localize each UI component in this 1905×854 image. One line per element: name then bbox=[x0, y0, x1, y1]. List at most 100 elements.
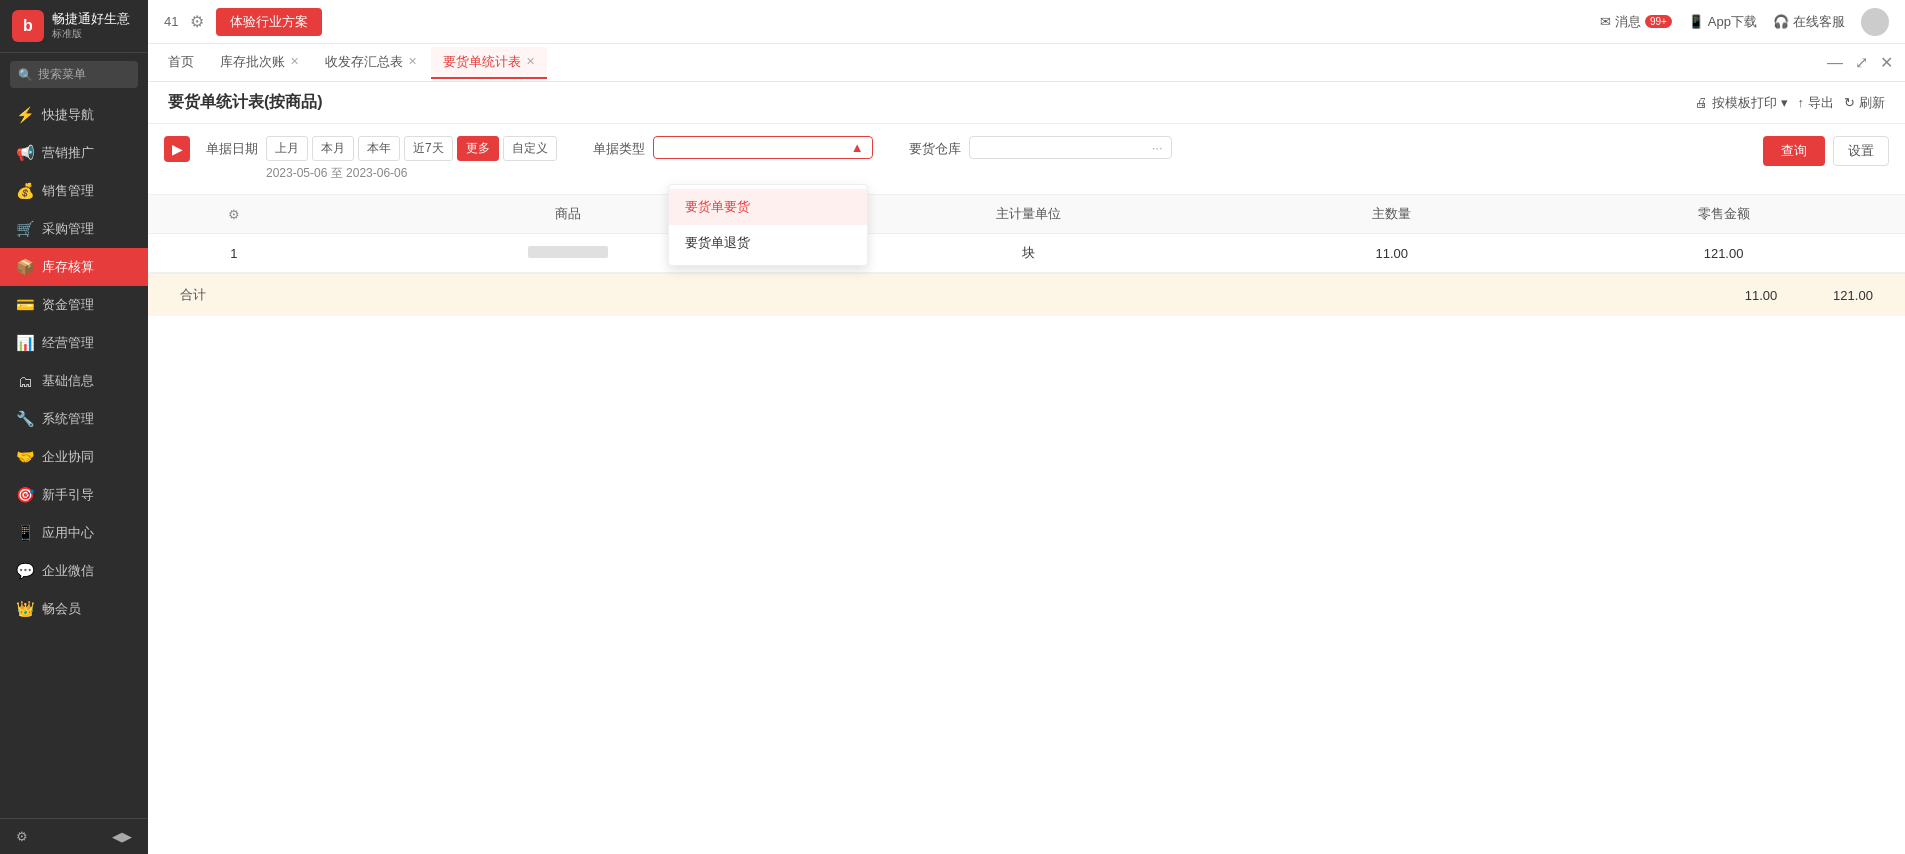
inventory-icon: 📦 bbox=[16, 258, 34, 276]
footer-quantity: 11.00 bbox=[1721, 288, 1801, 303]
this-month-btn[interactable]: 本月 bbox=[312, 136, 354, 161]
type-input[interactable] bbox=[662, 140, 845, 155]
sidebar-item-wechat[interactable]: 💬 企业微信 bbox=[0, 552, 148, 590]
refresh-label: 刷新 bbox=[1859, 94, 1885, 112]
sidebar-item-system[interactable]: 🔧 系统管理 bbox=[0, 400, 148, 438]
col-settings[interactable]: ⚙ bbox=[148, 195, 320, 234]
sidebar-item-label: 企业微信 bbox=[42, 562, 94, 580]
type-select[interactable]: ▲ bbox=[653, 136, 873, 159]
app-name: 畅捷通好生意 bbox=[52, 11, 130, 28]
sidebar-nav: ⚡ 快捷导航 📢 营销推广 💰 销售管理 🛒 采购管理 📦 库存核算 💳 资金管… bbox=[0, 96, 148, 818]
query-button[interactable]: 查询 bbox=[1763, 136, 1825, 166]
date-filter-label: 单据日期 bbox=[206, 136, 258, 158]
sidebar-item-label: 经营管理 bbox=[42, 334, 94, 352]
print-chevron-icon: ▾ bbox=[1781, 95, 1788, 110]
sidebar-item-guide[interactable]: 🎯 新手引导 bbox=[0, 476, 148, 514]
collapse-icon[interactable]: ◀▶ bbox=[112, 829, 132, 844]
page-header: 要货单统计表(按商品) 🖨 按模板打印 ▾ ↑ 导出 ↻ 刷新 bbox=[148, 82, 1905, 124]
settings-icon[interactable]: ⚙ bbox=[16, 829, 28, 844]
filter-expand-button[interactable]: ▶ bbox=[164, 136, 190, 162]
topbar-gear-icon[interactable]: ⚙ bbox=[190, 12, 204, 31]
sidebar-item-inventory[interactable]: 📦 库存核算 bbox=[0, 248, 148, 286]
sidebar-item-app-center[interactable]: 📱 应用中心 bbox=[0, 514, 148, 552]
tab-order-stat-close-icon[interactable]: ✕ bbox=[526, 55, 535, 68]
purchase-icon: 🛒 bbox=[16, 220, 34, 238]
search-icon: 🔍 bbox=[18, 68, 33, 82]
export-label: 导出 bbox=[1808, 94, 1834, 112]
tab-order-stat[interactable]: 要货单统计表 ✕ bbox=[431, 47, 547, 79]
tabs-actions: — ⤢ ✕ bbox=[1823, 49, 1897, 76]
print-button[interactable]: 🖨 按模板打印 ▾ bbox=[1695, 94, 1788, 112]
export-button[interactable]: ↑ 导出 bbox=[1798, 94, 1835, 112]
operations-icon: 📊 bbox=[16, 334, 34, 352]
search-label: 搜索菜单 bbox=[38, 66, 86, 83]
trial-button[interactable]: 体验行业方案 bbox=[216, 8, 322, 36]
sidebar-item-enterprise[interactable]: 🤝 企业协同 bbox=[0, 438, 148, 476]
sidebar-item-marketing[interactable]: 📢 营销推广 bbox=[0, 134, 148, 172]
logo-text-block: 畅捷通好生意 标准版 bbox=[52, 11, 130, 42]
sidebar-item-finance[interactable]: 💳 资金管理 bbox=[0, 286, 148, 324]
tab-minimize-button[interactable]: — bbox=[1823, 49, 1847, 76]
sidebar-item-operations[interactable]: 📊 经营管理 bbox=[0, 324, 148, 362]
basic-info-icon: 🗂 bbox=[16, 373, 34, 390]
wechat-icon: 💬 bbox=[16, 562, 34, 580]
messages-badge: 99+ bbox=[1645, 15, 1672, 28]
refresh-button[interactable]: ↻ 刷新 bbox=[1844, 94, 1885, 112]
this-year-btn[interactable]: 本年 bbox=[358, 136, 400, 161]
sidebar-item-purchase[interactable]: 🛒 采购管理 bbox=[0, 210, 148, 248]
custom-date-btn[interactable]: 自定义 bbox=[503, 136, 557, 161]
tab-collection-summary-close-icon[interactable]: ✕ bbox=[408, 55, 417, 68]
tab-bar: 首页 库存批次账 ✕ 收发存汇总表 ✕ 要货单统计表 ✕ — ⤢ ✕ bbox=[148, 44, 1905, 82]
filter-bar: ▶ 单据日期 上月 本月 本年 近7天 更多 自定义 2023-05-06 至 … bbox=[148, 124, 1905, 195]
sidebar-item-quick-nav[interactable]: ⚡ 快捷导航 bbox=[0, 96, 148, 134]
footer-label: 合计 bbox=[160, 286, 206, 304]
last-month-btn[interactable]: 上月 bbox=[266, 136, 308, 161]
app-sub: 标准版 bbox=[52, 27, 130, 41]
sidebar-item-label: 系统管理 bbox=[42, 410, 94, 428]
setting-button[interactable]: 设置 bbox=[1833, 136, 1889, 166]
sidebar-item-label: 营销推广 bbox=[42, 144, 94, 162]
table-settings-icon[interactable]: ⚙ bbox=[228, 207, 240, 222]
sidebar-item-label: 快捷导航 bbox=[42, 106, 94, 124]
sidebar-item-members[interactable]: 👑 畅会员 bbox=[0, 590, 148, 628]
sidebar-item-label: 应用中心 bbox=[42, 524, 94, 542]
export-icon: ↑ bbox=[1798, 95, 1805, 110]
sidebar-item-basic-info[interactable]: 🗂 基础信息 bbox=[0, 362, 148, 400]
customer-service-item[interactable]: 🎧 在线客服 bbox=[1773, 13, 1845, 31]
messages-label: 消息 bbox=[1615, 13, 1641, 31]
user-avatar[interactable] bbox=[1861, 8, 1889, 36]
tab-collection-summary[interactable]: 收发存汇总表 ✕ bbox=[313, 47, 429, 79]
marketing-icon: 📢 bbox=[16, 144, 34, 162]
tab-maximize-button[interactable]: ⤢ bbox=[1851, 49, 1872, 76]
warehouse-select[interactable]: ··· bbox=[969, 136, 1172, 159]
app-center-icon: 📱 bbox=[16, 524, 34, 542]
sidebar-item-label: 企业协同 bbox=[42, 448, 94, 466]
more-btn[interactable]: 更多 bbox=[457, 136, 499, 161]
col-unit: 主计量单位 bbox=[816, 195, 1241, 234]
guide-icon: 🎯 bbox=[16, 486, 34, 504]
cell-seq: 1 bbox=[148, 234, 320, 273]
topbar-right: ✉ 消息 99+ 📱 App下载 🎧 在线客服 bbox=[1600, 8, 1889, 36]
dropdown-option-order-goods[interactable]: 要货单要货 bbox=[669, 189, 867, 225]
warehouse-dots-icon[interactable]: ··· bbox=[1152, 140, 1163, 155]
tab-inventory-batch[interactable]: 库存批次账 ✕ bbox=[208, 47, 311, 79]
last-7-days-btn[interactable]: 近7天 bbox=[404, 136, 453, 161]
page-header-actions: 🖨 按模板打印 ▾ ↑ 导出 ↻ 刷新 bbox=[1695, 94, 1886, 112]
dropdown-option-order-return[interactable]: 要货单退货 bbox=[669, 225, 867, 261]
sidebar-search[interactable]: 🔍 搜索菜单 bbox=[10, 61, 138, 88]
members-icon: 👑 bbox=[16, 600, 34, 618]
tab-inventory-batch-close-icon[interactable]: ✕ bbox=[290, 55, 299, 68]
app-download-item[interactable]: 📱 App下载 bbox=[1688, 13, 1757, 31]
tab-collection-summary-label: 收发存汇总表 bbox=[325, 53, 403, 71]
print-label: 按模板打印 bbox=[1712, 94, 1777, 112]
warehouse-input[interactable] bbox=[978, 140, 1146, 155]
sidebar-item-sales[interactable]: 💰 销售管理 bbox=[0, 172, 148, 210]
sidebar-item-label: 销售管理 bbox=[42, 182, 94, 200]
app-download-icon: 📱 bbox=[1688, 14, 1704, 29]
messages-item[interactable]: ✉ 消息 99+ bbox=[1600, 13, 1672, 31]
type-chevron-icon[interactable]: ▲ bbox=[851, 140, 864, 155]
tab-close-all-button[interactable]: ✕ bbox=[1876, 49, 1897, 76]
sidebar-item-label: 采购管理 bbox=[42, 220, 94, 238]
tab-home[interactable]: 首页 bbox=[156, 47, 206, 79]
customer-service-icon: 🎧 bbox=[1773, 14, 1789, 29]
